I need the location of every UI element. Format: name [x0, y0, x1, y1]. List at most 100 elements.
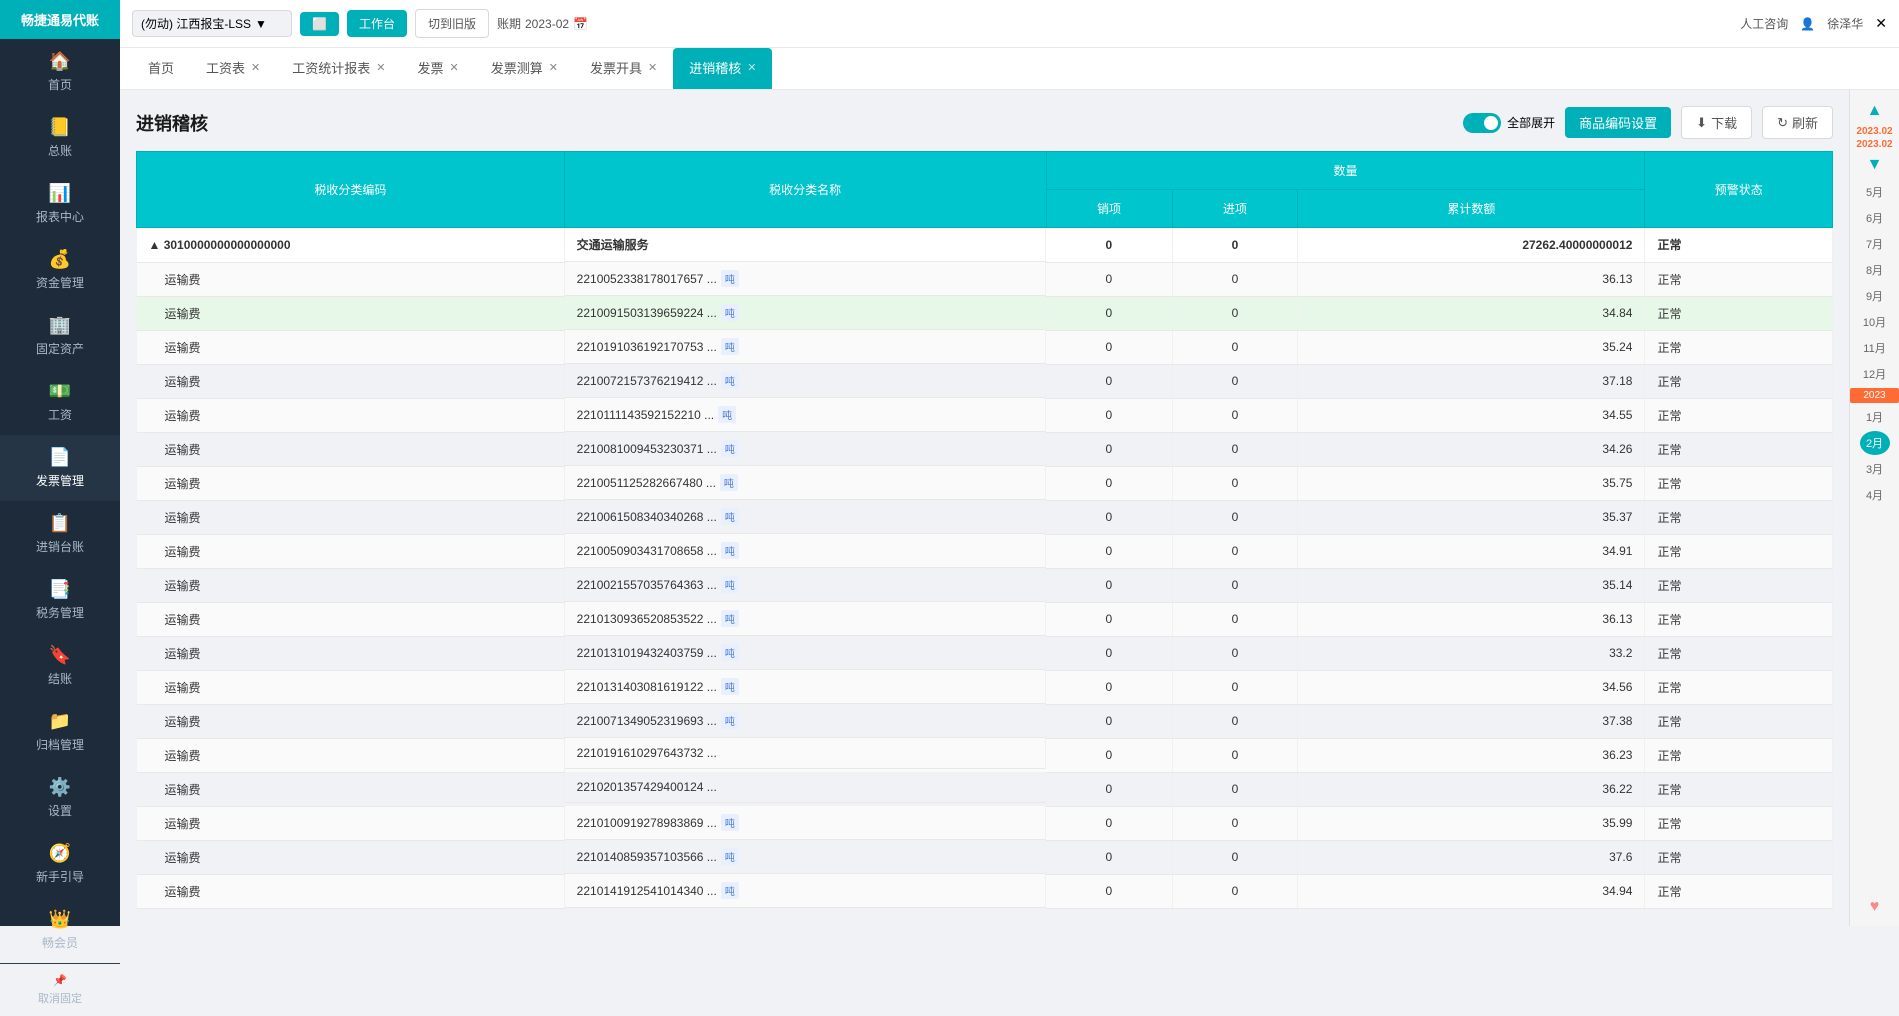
sidebar-item-settings[interactable]: ⚙️ 设置 — [0, 765, 120, 831]
member-icon: 👑 — [49, 909, 71, 930]
content-area: 进销稽核 全部展开 商品编码设置 ⬇ 下载 ↻ 刷新 — [120, 90, 1849, 926]
assets-icon: 🏢 — [49, 315, 71, 336]
tax-icon: 📑 — [49, 579, 71, 600]
month-12[interactable]: 12月 — [1850, 362, 1899, 386]
close-tab-salary-report[interactable]: ✕ — [376, 61, 385, 74]
close-tab-reconcile[interactable]: ✕ — [747, 61, 756, 74]
close-tab-salary-table[interactable]: ✕ — [251, 61, 260, 74]
table-row-status: 正常 — [1645, 262, 1833, 296]
table-row-cumulative: 35.99 — [1298, 806, 1645, 840]
table-row-cumulative: 34.56 — [1298, 670, 1645, 704]
table-row-purchase: 0 — [1172, 228, 1298, 263]
sidebar-item-report[interactable]: 📊 报表中心 — [0, 171, 120, 237]
support-label[interactable]: 人工咨询 — [1740, 15, 1788, 32]
tab-bar: 首页 工资表 ✕ 工资统计报表 ✕ 发票 ✕ 发票测算 ✕ 发票开具 ✕ 进销稽… — [120, 48, 1899, 90]
workspace-button[interactable]: 工作台 — [347, 10, 407, 37]
month-9[interactable]: 9月 — [1850, 284, 1899, 308]
table-row-sale: 0 — [1046, 670, 1172, 704]
table-row-status: 正常 — [1645, 806, 1833, 840]
table-row-status: 正常 — [1645, 568, 1833, 602]
table-row-purchase: 0 — [1172, 806, 1298, 840]
sidebar-item-member[interactable]: 👑 畅会员 — [0, 897, 120, 963]
table-row-cumulative: 36.22 — [1298, 772, 1645, 806]
table-row-purchase: 0 — [1172, 568, 1298, 602]
tab-salary-table[interactable]: 工资表 ✕ — [190, 48, 276, 89]
table-row-cumulative: 37.38 — [1298, 704, 1645, 738]
sidebar-item-assets[interactable]: 🏢 固定资产 — [0, 303, 120, 369]
table-row-status: 正常 — [1645, 500, 1833, 534]
user-name: 徐泽华 — [1827, 15, 1863, 32]
table-row-cumulative: 35.37 — [1298, 500, 1645, 534]
tab-home[interactable]: 首页 — [132, 48, 190, 89]
sidebar-item-purchase[interactable]: 📋 进销台账 — [0, 501, 120, 567]
page-header: 进销稽核 全部展开 商品编码设置 ⬇ 下载 ↻ 刷新 — [136, 106, 1833, 139]
table-row-sale: 0 — [1046, 296, 1172, 330]
table-row-code: 运输费 — [137, 296, 565, 330]
guide-icon: 🧭 — [49, 843, 71, 864]
tab-invoice-open[interactable]: 发票开具 ✕ — [574, 48, 673, 89]
sidebar-item-archive[interactable]: 📁 归档管理 — [0, 699, 120, 765]
table-wrap: 税收分类编码 税收分类名称 数量 预警状态 销项 进项 累计数额 ▲ 30100… — [136, 151, 1833, 910]
table-row-cumulative: 37.6 — [1298, 840, 1645, 874]
page-title: 进销稽核 — [136, 110, 208, 136]
sidebar-item-ledger[interactable]: 📒 总账 — [0, 105, 120, 171]
sidebar: 畅捷通易代账 🏠 首页 📒 总账 📊 报表中心 💰 资金管理 🏢 固定资产 💵 … — [0, 0, 120, 926]
sidebar-item-home[interactable]: 🏠 首页 — [0, 39, 120, 105]
table-row-cumulative: 36.13 — [1298, 262, 1645, 296]
month-7[interactable]: 7月 — [1850, 232, 1899, 256]
year-nav-up[interactable]: ▲ — [1863, 98, 1887, 124]
period-display: 账期 2023-02 📅 — [497, 15, 588, 32]
table-row-code: 运输费 — [137, 432, 565, 466]
sidebar-item-invoice[interactable]: 📄 发票管理 — [0, 435, 120, 501]
table-row-status: 正常 — [1645, 398, 1833, 432]
sidebar-item-settle[interactable]: 🔖 结账 — [0, 633, 120, 699]
switch-version-button[interactable]: 切到旧版 — [415, 9, 489, 38]
sidebar-item-salary[interactable]: 💵 工资 — [0, 369, 120, 435]
tab-reconcile[interactable]: 进销稽核 ✕ — [673, 48, 772, 89]
month-11[interactable]: 11月 — [1850, 336, 1899, 360]
expand-toggle[interactable] — [1463, 113, 1501, 133]
refresh-button[interactable]: ↻ 刷新 — [1762, 106, 1833, 139]
table-row-cumulative: 36.13 — [1298, 602, 1645, 636]
month-5[interactable]: 5月 — [1850, 180, 1899, 204]
month-3[interactable]: 3月 — [1850, 457, 1899, 481]
copy-button[interactable]: ⬜ — [300, 12, 339, 36]
sidebar-item-guide[interactable]: 🧭 新手引导 — [0, 831, 120, 897]
company-selector[interactable]: (勿动) 江西报宝-LSS ▼ — [132, 10, 292, 37]
chevron-down-icon: ▼ — [255, 17, 267, 31]
table-row-status: 正常 — [1645, 534, 1833, 568]
table-row-sale: 0 — [1046, 228, 1172, 263]
download-icon: ⬇ — [1696, 115, 1707, 131]
tab-salary-report[interactable]: 工资统计报表 ✕ — [276, 48, 401, 89]
table-row-cumulative: 37.18 — [1298, 364, 1645, 398]
sidebar-unpin[interactable]: 📌 取消固定 — [0, 963, 120, 1016]
tab-invoice-calc[interactable]: 发票测算 ✕ — [475, 48, 574, 89]
table-row-name: 交通运输服务 — [565, 228, 1046, 262]
close-tab-invoice-calc[interactable]: ✕ — [549, 61, 558, 74]
year-nav-down[interactable]: ▼ — [1863, 152, 1887, 178]
refresh-icon: ↻ — [1777, 115, 1788, 131]
month-2-active[interactable]: 2月 — [1860, 431, 1890, 455]
month-4[interactable]: 4月 — [1850, 483, 1899, 507]
sidebar-item-tax[interactable]: 📑 税务管理 — [0, 567, 120, 633]
month-8[interactable]: 8月 — [1850, 258, 1899, 282]
main-area: (勿动) 江西报宝-LSS ▼ ⬜ 工作台 切到旧版 账期 2023-02 📅 … — [120, 0, 1899, 926]
table-row-status: 正常 — [1645, 908, 1833, 910]
sidebar-item-capital[interactable]: 💰 资金管理 — [0, 237, 120, 303]
year-label-prev: 2023.02 — [1856, 126, 1892, 137]
close-button[interactable]: ✕ — [1875, 15, 1887, 32]
company-name: (勿动) 江西报宝-LSS — [141, 15, 251, 32]
table-row-cumulative: 34.26 — [1298, 432, 1645, 466]
settings-button[interactable]: 商品编码设置 — [1565, 107, 1671, 138]
tab-invoice[interactable]: 发票 ✕ — [401, 48, 474, 89]
download-button[interactable]: ⬇ 下载 — [1681, 106, 1752, 139]
table-row-code: 运输费 — [137, 398, 565, 432]
close-tab-invoice-open[interactable]: ✕ — [648, 61, 657, 74]
month-10[interactable]: 10月 — [1850, 310, 1899, 334]
close-tab-invoice[interactable]: ✕ — [450, 61, 459, 74]
month-6[interactable]: 6月 — [1850, 206, 1899, 230]
table-row-status: 正常 — [1645, 602, 1833, 636]
table-row-purchase: 0 — [1172, 534, 1298, 568]
month-1[interactable]: 1月 — [1850, 405, 1899, 429]
report-icon: 📊 — [49, 183, 71, 204]
